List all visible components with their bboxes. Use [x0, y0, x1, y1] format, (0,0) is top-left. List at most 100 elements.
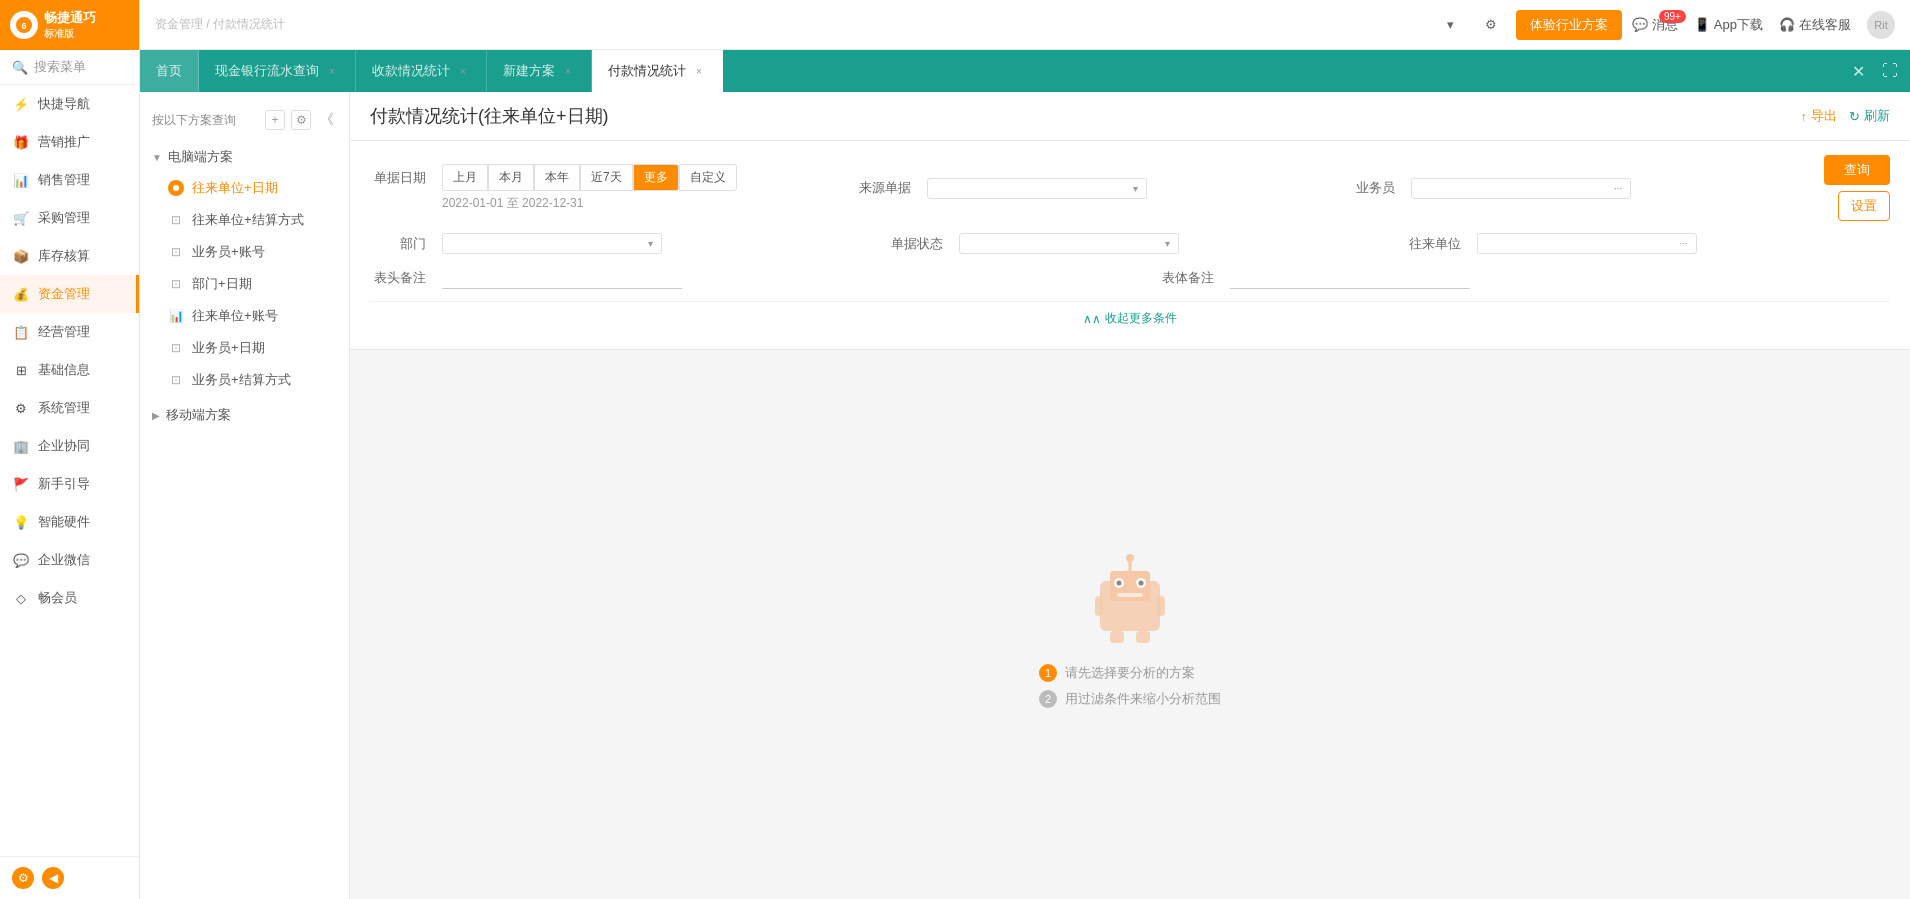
scheme-item-dept-date[interactable]: ⊡ 部门+日期 — [140, 268, 349, 300]
tab-spacer — [723, 50, 1838, 92]
collapse-more-btn[interactable]: ∧∧ 收起更多条件 — [370, 301, 1890, 335]
page-header: 付款情况统计(往来单位+日期) ↑ 导出 ↻ 刷新 — [350, 92, 1910, 141]
date-btn-custom[interactable]: 自定义 — [679, 164, 737, 191]
sidebar-item-marketing[interactable]: 🎁 营销推广 — [0, 123, 139, 161]
docstatus-select[interactable]: ▾ — [959, 233, 1179, 254]
hint-text-1: 请先选择要分析的方案 — [1065, 664, 1195, 682]
sidebar-item-sales[interactable]: 📊 销售管理 — [0, 161, 139, 199]
sidebar-item-member[interactable]: ◇ 畅会员 — [0, 579, 139, 617]
tab-newscheme[interactable]: 新建方案 × — [487, 50, 592, 92]
breadcrumb-dropdown-icon[interactable]: ▾ — [1436, 10, 1466, 40]
dept-select[interactable]: ▾ — [442, 233, 662, 254]
sidebar-item-guide[interactable]: 🚩 新手引导 — [0, 465, 139, 503]
sidebar-item-purchase[interactable]: 🛒 采购管理 — [0, 199, 139, 237]
tab-maximize-icon[interactable]: ⛶ — [1878, 59, 1902, 83]
export-label: 导出 — [1811, 107, 1837, 125]
agent-chevron-down-icon: ··· — [1614, 183, 1622, 194]
header-remark-input[interactable] — [442, 266, 682, 289]
collapse-sidebar-icon[interactable]: ◀ — [42, 867, 64, 889]
inventory-icon: 📦 — [12, 247, 30, 265]
filter-row-2: 部门 ▾ 单据状态 ▾ 往来单位 — [370, 233, 1890, 254]
app-download-btn[interactable]: 📱 App下载 — [1694, 16, 1763, 34]
scheme-item-agent-account[interactable]: ⊡ 业务员+账号 — [140, 236, 349, 268]
user-avatar[interactable]: Rit — [1867, 11, 1895, 39]
empty-hints: 1 请先选择要分析的方案 2 用过滤条件来缩小分析范围 — [1039, 664, 1221, 708]
scheme-item-agent-date[interactable]: ⊡ 业务员+日期 — [140, 332, 349, 364]
date-btn-7days[interactable]: 近7天 — [580, 164, 633, 191]
export-icon: ↑ — [1801, 109, 1808, 124]
tab-payment[interactable]: 付款情况统计 × — [592, 50, 723, 92]
agent-field-group: 业务员 ··· — [1339, 178, 1808, 199]
source-select[interactable]: ▾ — [927, 178, 1147, 199]
scheme-item-partner-account-label: 往来单位+账号 — [192, 307, 278, 325]
message-btn[interactable]: 💬 消息 99+ — [1632, 16, 1678, 34]
sidebar-item-operation[interactable]: 📋 经营管理 — [0, 313, 139, 351]
export-btn[interactable]: ↑ 导出 — [1801, 107, 1838, 125]
scheme-item-partner-account[interactable]: 📊 往来单位+账号 — [140, 300, 349, 332]
sidebar-item-quicknav[interactable]: ⚡ 快捷导航 — [0, 85, 139, 123]
agent-select[interactable]: ··· — [1411, 178, 1631, 199]
tab-bank-close-icon[interactable]: × — [325, 64, 339, 78]
page-actions: ↑ 导出 ↻ 刷新 — [1801, 107, 1891, 125]
header-gear-icon[interactable]: ⚙ — [1476, 10, 1506, 40]
sidebar-item-inventory[interactable]: 📦 库存核算 — [0, 237, 139, 275]
search-menu[interactable]: 🔍 搜索菜单 — [0, 50, 139, 85]
svg-point-14 — [1126, 554, 1134, 562]
date-btn-this-month[interactable]: 本月 — [488, 164, 534, 191]
partner-select[interactable]: ··· — [1477, 233, 1697, 254]
scheme-panel-header: 按以下方案查询 + ⚙ 《 — [140, 102, 349, 138]
empty-illustration — [1075, 541, 1185, 654]
online-service-btn[interactable]: 🎧 在线客服 — [1779, 16, 1851, 34]
wechat-icon: 💬 — [12, 551, 30, 569]
settings-bottom-icon[interactable]: ⚙ — [12, 867, 34, 889]
sidebar-item-basic[interactable]: ⊞ 基础信息 — [0, 351, 139, 389]
breadcrumb-text: 资金管理 / 付款情况统计 — [155, 16, 285, 33]
scheme-item-partner-date[interactable]: 往来单位+日期 — [140, 172, 349, 204]
sidebar-item-finance-label: 资金管理 — [38, 285, 90, 303]
sidebar-item-finance[interactable]: 💰 资金管理 — [0, 275, 139, 313]
date-btn-more[interactable]: 更多 — [633, 164, 679, 191]
query-btn[interactable]: 查询 — [1824, 155, 1890, 185]
sidebar-item-marketing-label: 营销推广 — [38, 133, 90, 151]
guide-icon: 🚩 — [12, 475, 30, 493]
scheme-group-desktop-title[interactable]: ▼ 电脑端方案 — [140, 142, 349, 172]
date-btn-last-month[interactable]: 上月 — [442, 164, 488, 191]
refresh-btn[interactable]: ↻ 刷新 — [1849, 107, 1890, 125]
filter-row-1: 单据日期 上月 本月 本年 近7天 更多 自定义 2022-01-0 — [370, 155, 1890, 221]
scheme-group-mobile-title[interactable]: ▶ 移动端方案 — [140, 400, 349, 430]
tab-close-all-icon[interactable]: ✕ — [1846, 59, 1870, 83]
search-label: 搜索菜单 — [34, 58, 86, 76]
tab-receipt-close-icon[interactable]: × — [456, 64, 470, 78]
sidebar-item-system[interactable]: ⚙ 系统管理 — [0, 389, 139, 427]
scheme-add-icon[interactable]: + — [265, 110, 285, 130]
date-btn-this-year[interactable]: 本年 — [534, 164, 580, 191]
logo-subtitle: 标准版 — [44, 27, 96, 41]
filter-settings-btn[interactable]: 设置 — [1838, 191, 1890, 221]
sidebar-item-wechat[interactable]: 💬 企业微信 — [0, 541, 139, 579]
tab-payment-close-icon[interactable]: × — [692, 64, 706, 78]
tab-newscheme-close-icon[interactable]: × — [561, 64, 575, 78]
scheme-header-actions: + ⚙ 《 — [265, 110, 337, 130]
svg-rect-8 — [1117, 593, 1143, 597]
body-remark-input[interactable] — [1230, 266, 1470, 289]
empty-hint-1: 1 请先选择要分析的方案 — [1039, 664, 1221, 682]
tab-home[interactable]: 首页 — [140, 50, 199, 92]
sidebar-item-enterprise[interactable]: 🏢 企业协同 — [0, 427, 139, 465]
message-badge: 99+ — [1659, 10, 1686, 23]
sidebar-item-hardware[interactable]: 💡 智能硬件 — [0, 503, 139, 541]
svg-point-6 — [1117, 581, 1122, 586]
scheme-active-circle-icon — [168, 180, 184, 196]
tab-receipt[interactable]: 收款情况统计 × — [356, 50, 487, 92]
scheme-item-agent-settle[interactable]: ⊡ 业务员+结算方式 — [140, 364, 349, 396]
scheme-settings-icon[interactable]: ⚙ — [291, 110, 311, 130]
content-area: 按以下方案查询 + ⚙ 《 ▼ 电脑端方案 往来单位+日期 ⊡ — [140, 92, 1910, 899]
scheme-item-dept-date-label: 部门+日期 — [192, 275, 252, 293]
scheme-group-desktop: ▼ 电脑端方案 往来单位+日期 ⊡ 往来单位+结算方式 ⊡ 业务员+账号 ⊡ — [140, 142, 349, 396]
scheme-item-partner-settle[interactable]: ⊡ 往来单位+结算方式 — [140, 204, 349, 236]
trial-btn[interactable]: 体验行业方案 — [1516, 10, 1622, 40]
scheme-group-mobile-label: 移动端方案 — [166, 406, 231, 424]
chevron-up-icon: ∧∧ — [1083, 312, 1101, 326]
tab-bar: 首页 现金银行流水查询 × 收款情况统计 × 新建方案 × 付款情况统计 × ✕… — [140, 50, 1910, 92]
scheme-collapse-icon[interactable]: 《 — [317, 110, 337, 130]
tab-bank[interactable]: 现金银行流水查询 × — [199, 50, 356, 92]
